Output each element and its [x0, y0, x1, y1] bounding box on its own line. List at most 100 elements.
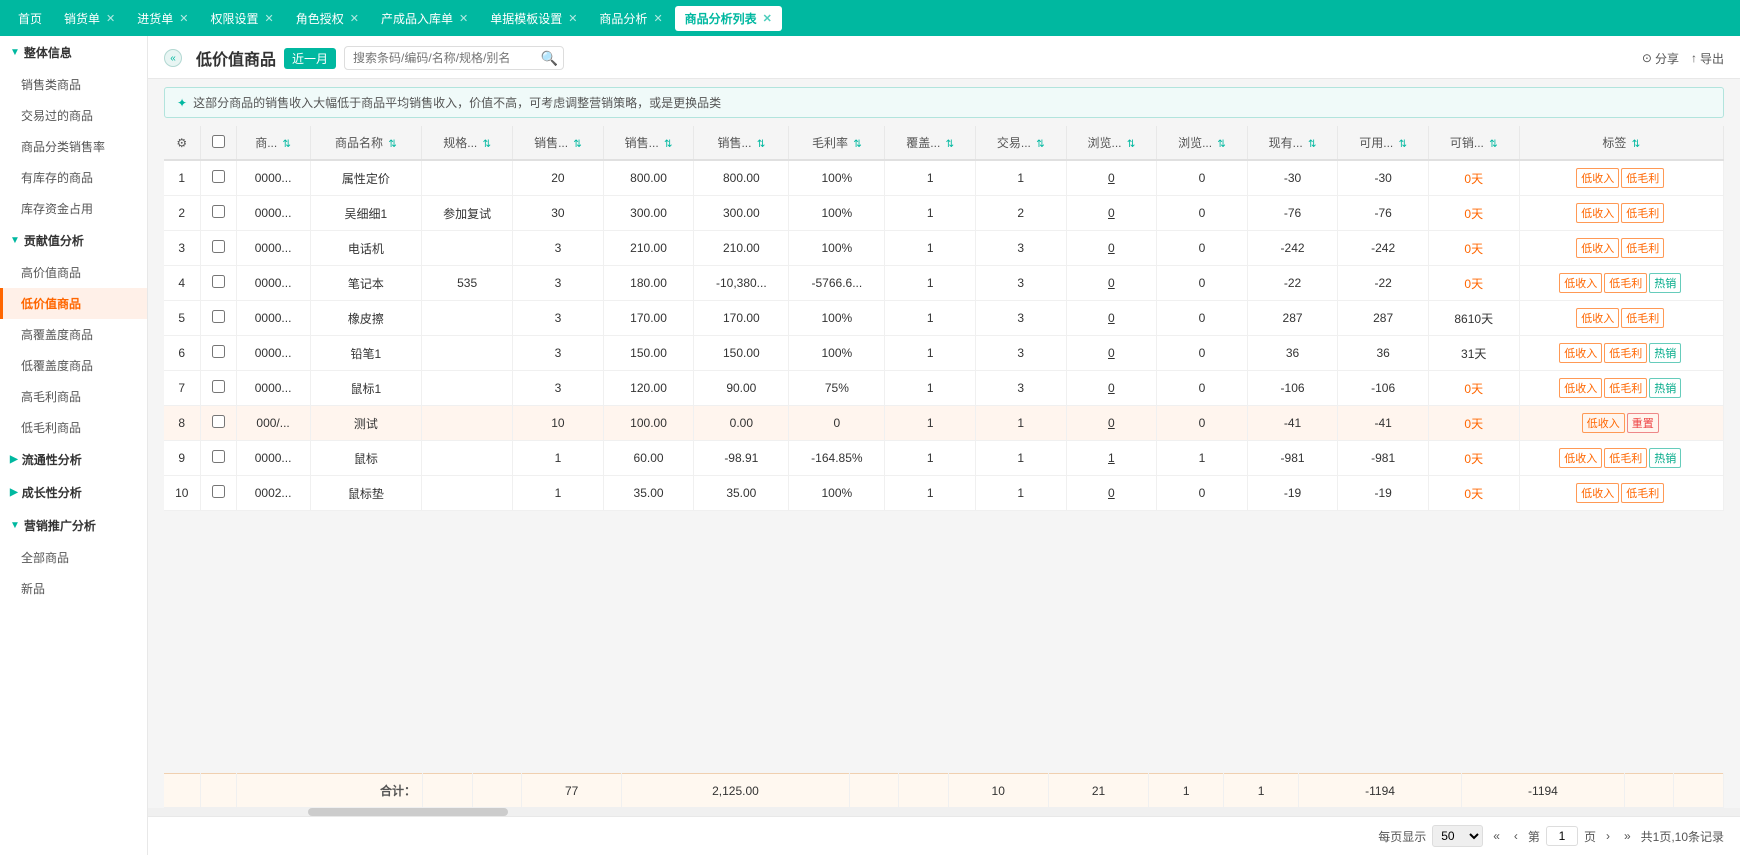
export-button[interactable]: ↑ 导出 — [1691, 50, 1724, 67]
sidebar-item-low-value[interactable]: 低价值商品 — [0, 288, 147, 319]
sidebar-item-stocked-goods[interactable]: 有库存的商品 — [0, 162, 147, 193]
main-layout: ▼ 整体信息 销售类商品 交易过的商品 商品分类销售率 有库存的商品 库存资金占… — [0, 36, 1740, 855]
page-number-input[interactable] — [1546, 826, 1578, 846]
row-checkbox[interactable] — [200, 371, 236, 406]
row-sale2: 170.00 — [694, 301, 789, 336]
row-sale2: 35.00 — [694, 476, 789, 511]
row-num: 1 — [164, 160, 200, 196]
row-avail: -242 — [1338, 231, 1429, 266]
nav-goods-analysis[interactable]: 商品分析 ✕ — [589, 6, 672, 31]
sidebar-group-marketing[interactable]: ▼ 营销推广分析 — [0, 509, 147, 542]
nav-goods-analysis-list[interactable]: 商品分析列表 ✕ — [675, 6, 782, 31]
nav-roles[interactable]: 角色授权 ✕ — [286, 6, 369, 31]
row-name: 鼠标垫 — [310, 476, 421, 511]
first-page-btn[interactable]: « — [1489, 827, 1504, 845]
row-checkbox[interactable] — [200, 406, 236, 441]
row-browse1[interactable]: 0 — [1066, 160, 1157, 196]
row-select-checkbox[interactable] — [212, 415, 225, 428]
table-header-row: ⚙ 商... ⇅ 商品名称 ⇅ 规格... ⇅ 销售... ⇅ 销售... ⇅ … — [164, 126, 1724, 160]
row-select-checkbox[interactable] — [212, 485, 225, 498]
col-checkbox[interactable] — [200, 126, 236, 160]
sidebar-group-contribution[interactable]: ▼ 贡献值分析 — [0, 224, 147, 257]
search-input[interactable] — [344, 46, 564, 70]
row-checkbox[interactable] — [200, 196, 236, 231]
nav-product-storage[interactable]: 产成品入库单 ✕ — [371, 6, 478, 31]
nav-close-purchase[interactable]: ✕ — [179, 12, 188, 25]
row-browse1[interactable]: 0 — [1066, 196, 1157, 231]
sidebar-item-traded-goods[interactable]: 交易过的商品 — [0, 100, 147, 131]
row-tags: 低收入低毛利热销 — [1519, 266, 1723, 301]
col-browse1: 浏览... ⇅ — [1066, 126, 1157, 160]
sidebar-item-all-goods[interactable]: 全部商品 — [0, 542, 147, 573]
row-checkbox[interactable] — [200, 231, 236, 266]
nav-sales[interactable]: 销货单 ✕ — [54, 6, 125, 31]
nav-close-goods-analysis[interactable]: ✕ — [653, 12, 662, 25]
row-browse1[interactable]: 0 — [1066, 371, 1157, 406]
row-browse1[interactable]: 1 — [1066, 441, 1157, 476]
sidebar-item-sales-goods[interactable]: 销售类商品 — [0, 69, 147, 100]
row-spec — [422, 160, 513, 196]
last-page-btn[interactable]: » — [1620, 827, 1635, 845]
row-select-checkbox[interactable] — [212, 345, 225, 358]
sidebar-item-high-margin[interactable]: 高毛利商品 — [0, 381, 147, 412]
nav-home[interactable]: 首页 — [8, 6, 52, 31]
row-select-checkbox[interactable] — [212, 380, 225, 393]
select-all-checkbox[interactable] — [212, 135, 225, 148]
table-body: 1 0000... 属性定价 20 800.00 800.00 100% 1 1… — [164, 160, 1724, 511]
row-checkbox[interactable] — [200, 336, 236, 371]
row-browse1[interactable]: 0 — [1066, 406, 1157, 441]
sidebar-group-growth[interactable]: ▶ 成长性分析 — [0, 476, 147, 509]
sidebar-item-low-margin[interactable]: 低毛利商品 — [0, 412, 147, 443]
row-browse1[interactable]: 0 — [1066, 336, 1157, 371]
row-select-checkbox[interactable] — [212, 205, 225, 218]
nav-template[interactable]: 单据模板设置 ✕ — [480, 6, 587, 31]
col-settings[interactable]: ⚙ — [164, 126, 200, 160]
col-trade: 交易... ⇅ — [975, 126, 1066, 160]
nav-close-permissions[interactable]: ✕ — [265, 12, 274, 25]
row-select-checkbox[interactable] — [212, 450, 225, 463]
row-select-checkbox[interactable] — [212, 275, 225, 288]
sidebar-item-high-coverage[interactable]: 高覆盖度商品 — [0, 319, 147, 350]
time-filter-badge[interactable]: 近一月 — [284, 48, 336, 69]
next-page-btn[interactable]: › — [1602, 827, 1614, 845]
row-browse1[interactable]: 0 — [1066, 301, 1157, 336]
nav-close-goods-analysis-list[interactable]: ✕ — [763, 12, 772, 25]
row-checkbox[interactable] — [200, 301, 236, 336]
row-select-checkbox[interactable] — [212, 240, 225, 253]
nav-purchase[interactable]: 进货单 ✕ — [127, 6, 198, 31]
sidebar-item-stock-capital[interactable]: 库存资金占用 — [0, 193, 147, 224]
per-page-select[interactable]: 50 100 200 — [1432, 825, 1483, 847]
nav-close-template[interactable]: ✕ — [568, 12, 577, 25]
sidebar-group-flow[interactable]: ▶ 流通性分析 — [0, 443, 147, 476]
row-sale1: 800.00 — [603, 160, 694, 196]
row-checkbox[interactable] — [200, 160, 236, 196]
row-spec — [422, 231, 513, 266]
row-browse1[interactable]: 0 — [1066, 266, 1157, 301]
row-select-checkbox[interactable] — [212, 310, 225, 323]
prev-page-btn[interactable]: ‹ — [1510, 827, 1522, 845]
table-row: 10 0002... 鼠标垫 1 35.00 35.00 100% 1 1 0 … — [164, 476, 1724, 511]
row-name: 鼠标 — [310, 441, 421, 476]
sidebar-item-new-goods[interactable]: 新品 — [0, 573, 147, 604]
sidebar-item-high-value[interactable]: 高价值商品 — [0, 257, 147, 288]
search-icon[interactable]: 🔍 — [541, 50, 558, 67]
nav-close-roles[interactable]: ✕ — [350, 12, 359, 25]
row-checkbox[interactable] — [200, 441, 236, 476]
row-checkbox[interactable] — [200, 266, 236, 301]
sidebar-item-category-rate[interactable]: 商品分类销售率 — [0, 131, 147, 162]
row-num: 5 — [164, 301, 200, 336]
sidebar-collapse-btn[interactable]: « — [164, 49, 182, 67]
nav-permissions[interactable]: 权限设置 ✕ — [200, 6, 283, 31]
table-row: 5 0000... 橡皮擦 3 170.00 170.00 100% 1 3 0… — [164, 301, 1724, 336]
row-qty: 3 — [513, 336, 604, 371]
nav-close-sales[interactable]: ✕ — [106, 12, 115, 25]
sidebar-item-low-coverage[interactable]: 低覆盖度商品 — [0, 350, 147, 381]
row-select-checkbox[interactable] — [212, 170, 225, 183]
horizontal-scrollbar[interactable] — [148, 808, 1740, 816]
nav-close-product-storage[interactable]: ✕ — [459, 12, 468, 25]
row-browse1[interactable]: 0 — [1066, 476, 1157, 511]
sidebar-group-overall[interactable]: ▼ 整体信息 — [0, 36, 147, 69]
row-checkbox[interactable] — [200, 476, 236, 511]
row-browse1[interactable]: 0 — [1066, 231, 1157, 266]
share-button[interactable]: ⊙ 分享 — [1642, 50, 1679, 67]
